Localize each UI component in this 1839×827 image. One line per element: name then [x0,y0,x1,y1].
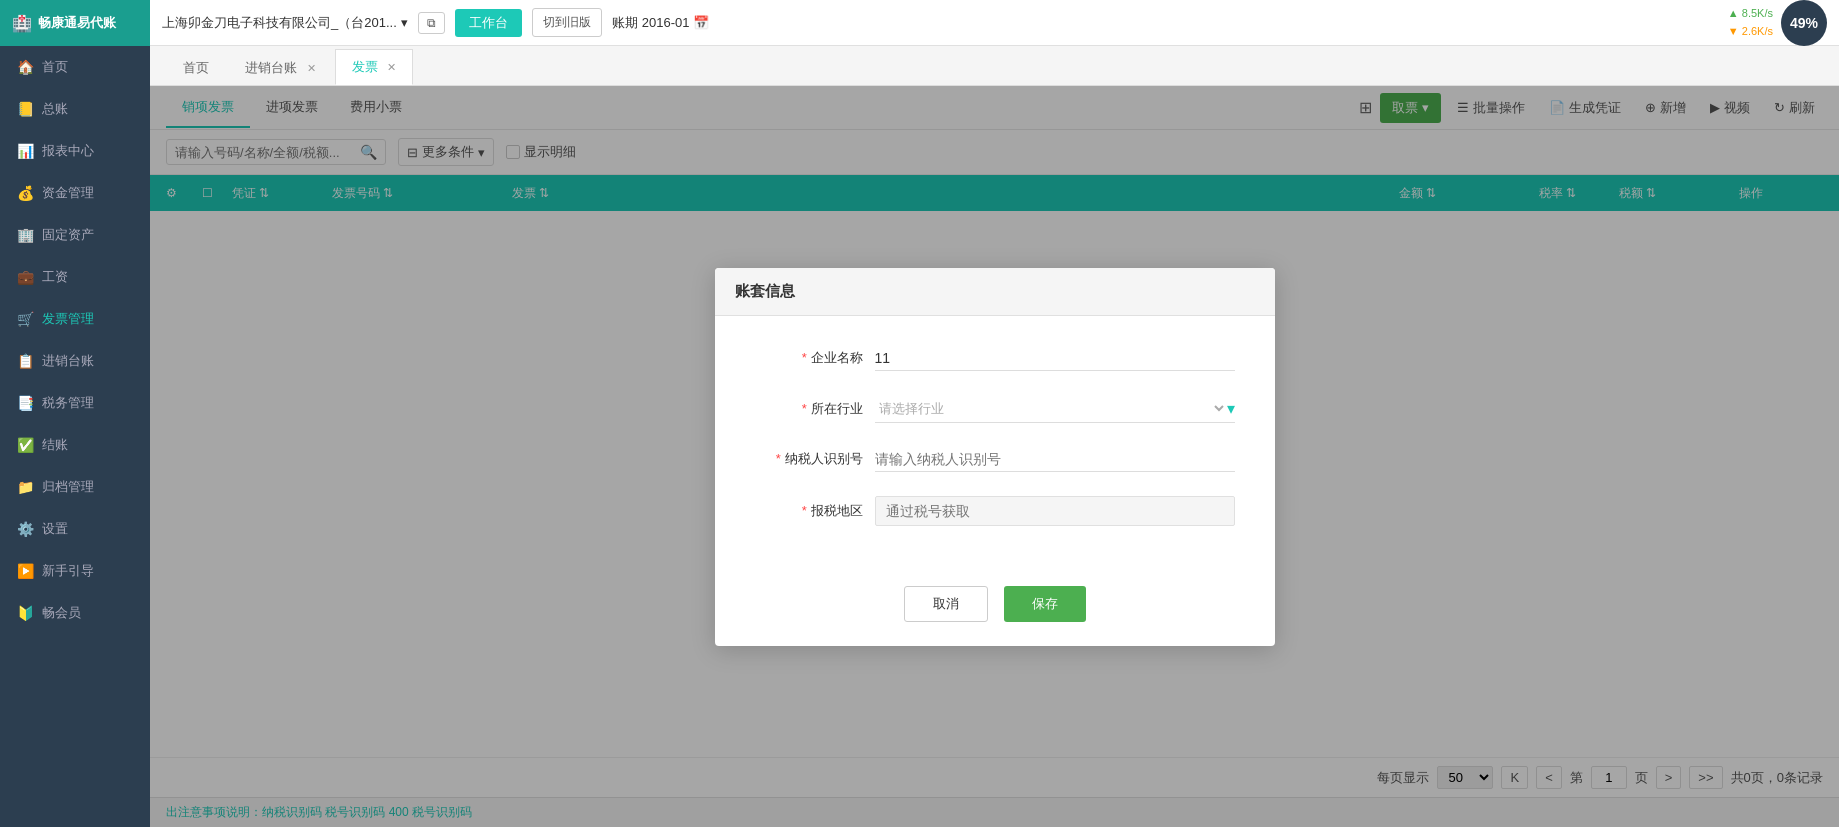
salary-icon: 💼 [16,269,34,285]
tabbar: 首页 进销台账 ✕ 发票 ✕ [150,46,1839,86]
company-name: 上海卯金刀电子科技有限公司_（台201... [162,14,397,32]
sidebar-item-reports[interactable]: 📊 报表中心 [0,130,150,172]
home-icon: 🏠 [16,59,34,75]
sidebar-label-home: 首页 [42,58,68,76]
dialog-body: * 企业名称 * 所在行业 请选择行业 [715,316,1275,570]
dialog-title: 账套信息 [715,268,1275,316]
reports-icon: 📊 [16,143,34,159]
tab-invoice[interactable]: 发票 ✕ [335,49,414,85]
industry-select-wrap: 请选择行业 ▾ [875,395,1235,423]
industry-select[interactable]: 请选择行业 [875,400,1227,417]
label-tax-region: * 报税地区 [755,502,875,520]
sidebar-item-settle[interactable]: ✅ 结账 [0,424,150,466]
app-logo: 🏥 畅康通易代账 [0,0,150,46]
sidebar-item-settings[interactable]: ⚙️ 设置 [0,508,150,550]
sidebar-item-finance[interactable]: 💰 资金管理 [0,172,150,214]
label-industry: * 所在行业 [755,400,875,418]
sidebar-item-archive[interactable]: 📁 归档管理 [0,466,150,508]
form-row-tax-id: * 纳税人识别号 [755,447,1235,472]
period-display: 账期 2016-01 📅 [612,14,710,32]
purchase-icon: 📋 [16,353,34,369]
input-tax-id[interactable] [875,447,1235,472]
content-area: 销项发票 进项发票 费用小票 ⊞ 取票 ▾ ☰ 批量操作 [150,86,1839,827]
sidebar-label-guide: 新手引导 [42,562,94,580]
company-dropdown-icon: ▾ [401,15,408,30]
invoice-icon: 🛒 [16,311,34,327]
sidebar-item-purchase[interactable]: 📋 进销台账 [0,340,150,382]
dialog-account-info: 账套信息 * 企业名称 * 所在行业 [715,268,1275,646]
speed-up: ▲ 8.5K/s [1728,5,1773,23]
form-row-tax-region: * 报税地区 [755,496,1235,526]
topbar-right: ▲ 8.5K/s ▼ 2.6K/s 49% [1728,0,1827,46]
sidebar-label-settle: 结账 [42,436,68,454]
sidebar-label-invoice: 发票管理 [42,310,94,328]
vip-icon: 🔰 [16,605,34,621]
settings-icon: ⚙️ [16,521,34,537]
sidebar-label-finance: 资金管理 [42,184,94,202]
form-row-company: * 企业名称 [755,346,1235,371]
sidebar-label-purchase: 进销台账 [42,352,94,370]
sidebar-label-settings: 设置 [42,520,68,538]
sidebar-label-ledger: 总账 [42,100,68,118]
workbench-button[interactable]: 工作台 [455,9,522,37]
sidebar-item-home[interactable]: 🏠 首页 [0,46,150,88]
main-area: 上海卯金刀电子科技有限公司_（台201... ▾ ⧉ 工作台 切到旧版 账期 2… [150,0,1839,827]
speed-indicator: 49% [1781,0,1827,46]
modal-overlay: 账套信息 * 企业名称 * 所在行业 [150,86,1839,827]
switch-old-button[interactable]: 切到旧版 [532,8,602,37]
tab-purchase[interactable]: 进销台账 ✕ [228,50,333,85]
sidebar-label-assets: 固定资产 [42,226,94,244]
label-tax-id: * 纳税人识别号 [755,450,875,468]
period-value: 2016-01 [642,15,690,30]
archive-icon: 📁 [16,479,34,495]
tax-icon: 📑 [16,395,34,411]
chevron-down-icon: ▾ [1227,399,1235,418]
required-star: * [802,350,807,365]
assets-icon: 🏢 [16,227,34,243]
tab-home[interactable]: 首页 [166,50,226,85]
sidebar-item-vip[interactable]: 🔰 畅会员 [0,592,150,634]
sidebar-label-salary: 工资 [42,268,68,286]
period-label: 账期 [612,14,638,32]
required-star-4: * [802,503,807,518]
sidebar-label-reports: 报表中心 [42,142,94,160]
input-company-name[interactable] [875,346,1235,371]
app-name: 畅康通易代账 [38,14,116,32]
sidebar-item-assets[interactable]: 🏢 固定资产 [0,214,150,256]
finance-icon: 💰 [16,185,34,201]
form-row-industry: * 所在行业 请选择行业 ▾ [755,395,1235,423]
copy-button[interactable]: ⧉ [418,12,445,34]
calendar-icon[interactable]: 📅 [693,15,709,30]
input-tax-region [875,496,1235,526]
ledger-icon: 📒 [16,101,34,117]
topbar-icons: ⧉ [418,12,445,34]
sidebar-item-tax[interactable]: 📑 税务管理 [0,382,150,424]
speed-text: ▲ 8.5K/s ▼ 2.6K/s [1728,5,1773,40]
logo-icon: 🏥 [12,14,32,33]
company-selector[interactable]: 上海卯金刀电子科技有限公司_（台201... ▾ [162,14,408,32]
cancel-button[interactable]: 取消 [904,586,988,622]
save-button[interactable]: 保存 [1004,586,1086,622]
guide-icon: ▶️ [16,563,34,579]
tab-purchase-close[interactable]: ✕ [307,62,316,74]
topbar: 上海卯金刀电子科技有限公司_（台201... ▾ ⧉ 工作台 切到旧版 账期 2… [150,0,1839,46]
sidebar-item-ledger[interactable]: 📒 总账 [0,88,150,130]
sidebar-label-tax: 税务管理 [42,394,94,412]
sidebar-item-invoice[interactable]: 🛒 发票管理 [0,298,150,340]
sidebar-item-salary[interactable]: 💼 工资 [0,256,150,298]
settle-icon: ✅ [16,437,34,453]
required-star-2: * [802,401,807,416]
dialog-footer: 取消 保存 [715,570,1275,646]
tab-invoice-close[interactable]: ✕ [387,61,396,73]
sidebar-label-vip: 畅会员 [42,604,81,622]
required-star-3: * [776,451,781,466]
sidebar-item-guide[interactable]: ▶️ 新手引导 [0,550,150,592]
sidebar-label-archive: 归档管理 [42,478,94,496]
label-company: * 企业名称 [755,349,875,367]
sidebar: 🏥 畅康通易代账 🏠 首页 📒 总账 📊 报表中心 💰 资金管理 🏢 固定资产 … [0,0,150,827]
speed-down: ▼ 2.6K/s [1728,23,1773,41]
